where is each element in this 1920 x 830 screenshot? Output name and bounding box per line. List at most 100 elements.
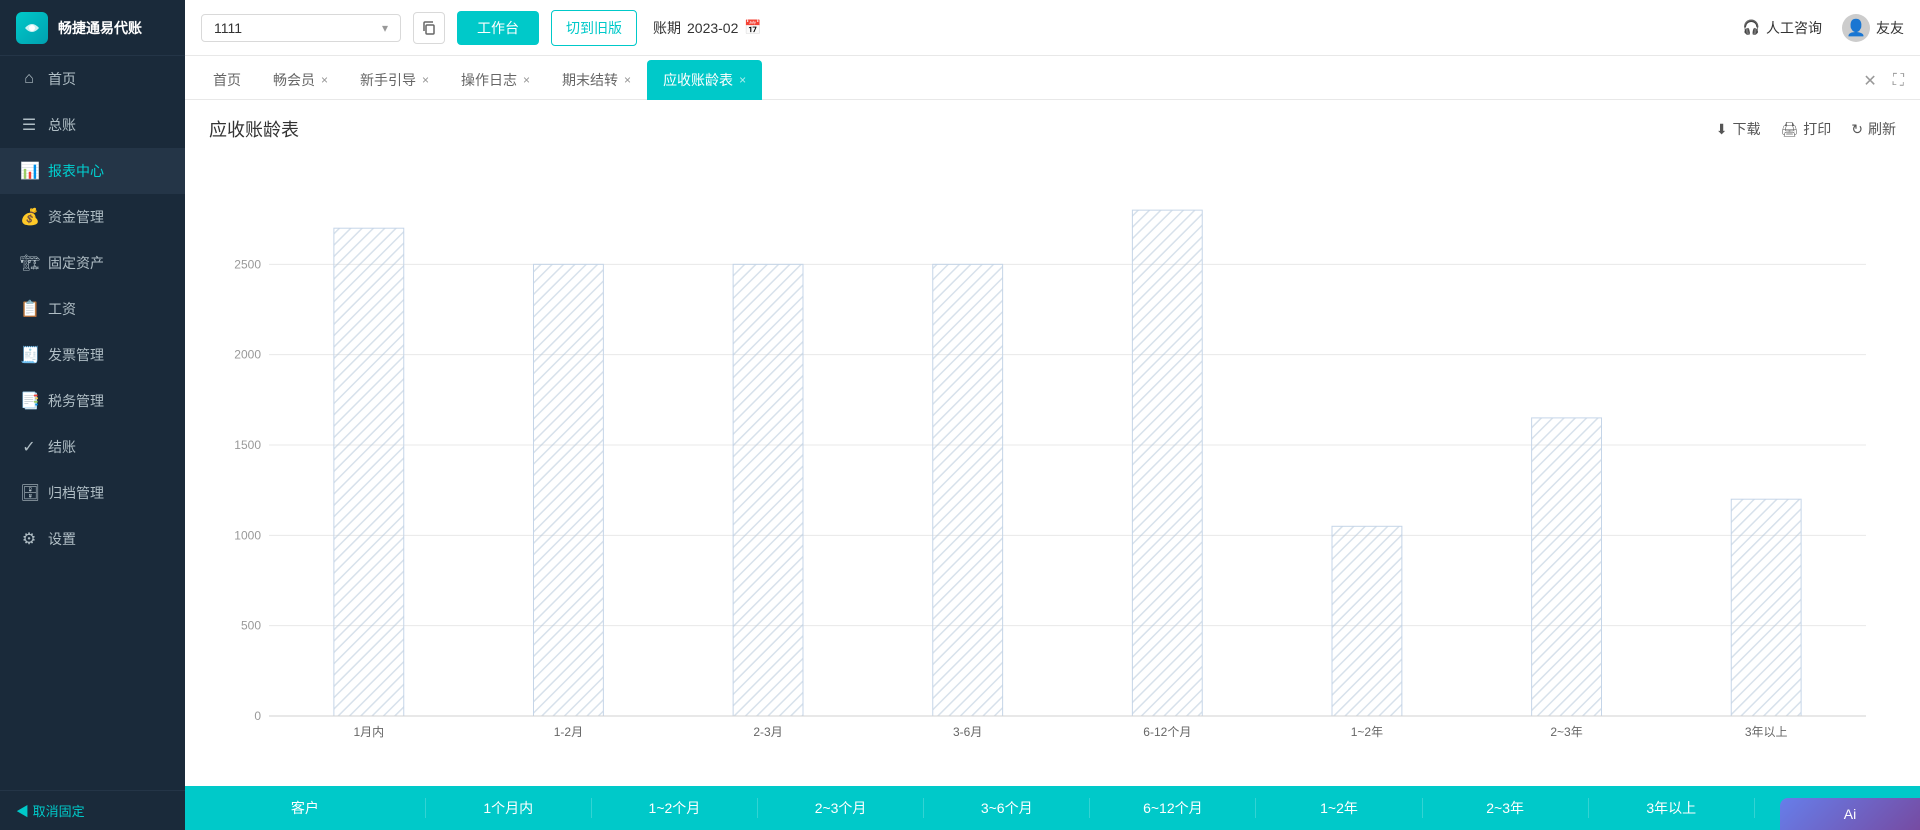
sidebar-item-tax[interactable]: 📑税务管理	[0, 378, 185, 424]
sidebar-icon-salary: 📋	[20, 299, 38, 319]
svg-text:2-3月: 2-3月	[753, 725, 782, 739]
table-header: 客户1个月内1~2个月2~3个月3~6个月6~12个月1~2年2~3年3年以上合…	[185, 786, 1920, 830]
sidebar-item-home[interactable]: ⌂ 首页	[0, 56, 185, 102]
calendar-icon[interactable]: 📅	[744, 19, 761, 36]
svg-text:3-6月: 3-6月	[953, 725, 982, 739]
consultant-button[interactable]: 🎧 人工咨询	[1743, 18, 1822, 38]
sidebar-icon-ledger: ☰	[20, 115, 38, 135]
sidebar-item-funds[interactable]: 💰 资金管理	[0, 194, 185, 240]
print-icon: 🖨	[1780, 121, 1798, 138]
sidebar-item-reports[interactable]: 📊 报表中心	[0, 148, 185, 194]
tab-log[interactable]: 操作日志 ×	[445, 60, 546, 100]
refresh-label: 刷新	[1868, 119, 1896, 139]
chart-container: 05001000150020002500 1月内1-2月2-3月3-6月6-12…	[185, 154, 1920, 786]
table-header-cell: 3~6个月	[924, 798, 1090, 818]
table-header-cell: 2~3年	[1423, 798, 1589, 818]
tab-close-member[interactable]: ×	[321, 74, 328, 86]
sidebar-icon-funds: 💰	[20, 207, 38, 227]
sidebar-label-reports: 报表中心	[48, 161, 104, 181]
tab-label-log: 操作日志	[461, 70, 517, 90]
ai-assistant-bar[interactable]: Ai	[1780, 798, 1920, 830]
sidebar-label-settings: 设置	[48, 529, 76, 549]
table-header-cell: 1~2个月	[592, 798, 758, 818]
sidebar-footer-label: ◀ 取消固定	[16, 801, 85, 820]
close-tab-button[interactable]: ✕	[1859, 69, 1880, 93]
svg-text:500: 500	[241, 619, 261, 633]
period-label: 账期	[653, 18, 681, 38]
page-header: 应收账龄表 ⬇ 下载 🖨 打印 ↻ 刷新	[185, 100, 1920, 154]
tabbar-actions: ✕ ⛶	[1859, 69, 1908, 99]
sidebar-icon-assets: 🏗	[20, 253, 38, 273]
sidebar-label-funds: 资金管理	[48, 207, 104, 227]
workbench-button[interactable]: 工作台	[457, 11, 539, 45]
ai-label: Ai	[1844, 806, 1856, 822]
avatar: 👤	[1842, 14, 1870, 42]
aging-chart: 05001000150020002500 1月内1-2月2-3月3-6月6-12…	[209, 154, 1896, 776]
period-value: 2023-02	[687, 20, 738, 36]
sidebar-item-ledger[interactable]: ☰ 总账	[0, 102, 185, 148]
sidebar-item-archive[interactable]: 🗄归档管理	[0, 470, 185, 516]
main-area: 1111 ▾ 工作台 切到旧版 账期 2023-02 📅 🎧 人工咨询 👤 友友	[185, 0, 1920, 830]
tab-label-member: 畅会员	[273, 70, 315, 90]
tab-home[interactable]: 首页	[197, 60, 257, 100]
page-title: 应收账龄表	[209, 116, 299, 142]
sidebar-icon-settle: ✓	[20, 437, 38, 457]
sidebar-logo: 畅捷通易代账	[0, 0, 185, 56]
refresh-icon: ↻	[1851, 121, 1863, 138]
tab-member[interactable]: 畅会员 ×	[257, 60, 344, 100]
table-header-cell: 客户	[185, 798, 426, 818]
sidebar-item-assets[interactable]: 🏗 固定资产	[0, 240, 185, 286]
topbar: 1111 ▾ 工作台 切到旧版 账期 2023-02 📅 🎧 人工咨询 👤 友友	[185, 0, 1920, 56]
print-label: 打印	[1803, 119, 1831, 139]
tab-close-guide[interactable]: ×	[422, 74, 429, 86]
period-display: 账期 2023-02 📅	[653, 18, 762, 38]
user-name: 友友	[1876, 18, 1904, 38]
sidebar-unpin-button[interactable]: ◀ 取消固定	[0, 790, 185, 830]
sidebar-label-ledger: 总账	[48, 115, 76, 135]
old-version-button[interactable]: 切到旧版	[551, 10, 637, 46]
sidebar-label-salary: 工资	[48, 299, 76, 319]
sidebar-item-salary[interactable]: 📋 工资	[0, 286, 185, 332]
user-menu[interactable]: 👤 友友	[1842, 14, 1904, 42]
sidebar-icon-tax: 📑	[20, 391, 38, 411]
sidebar-label-settle: 结账	[48, 437, 76, 457]
tab-close-log[interactable]: ×	[523, 74, 530, 86]
expand-tab-button[interactable]: ⛶	[1889, 70, 1908, 92]
company-selector[interactable]: 1111 ▾	[201, 14, 401, 42]
tab-aging[interactable]: 应收账龄表 ×	[647, 60, 762, 100]
svg-text:2000: 2000	[234, 348, 261, 362]
copy-button[interactable]	[413, 12, 445, 44]
table-header-cell: 2~3个月	[758, 798, 924, 818]
sidebar-icon-reports: 📊	[20, 161, 38, 181]
table-header-cell: 6~12个月	[1090, 798, 1256, 818]
tab-period_end[interactable]: 期末结转 ×	[546, 60, 647, 100]
sidebar-nav: ⌂ 首页 ☰ 总账 📊 报表中心 💰 资金管理 🏗 固定资产 📋 工资 🧾发票管理📑税务管理 ✓ 结账 🗄归档…	[0, 56, 185, 790]
svg-text:1-2月: 1-2月	[554, 725, 583, 739]
table-header-cell: 1~2年	[1256, 798, 1422, 818]
sidebar-icon-home: ⌂	[20, 70, 38, 88]
sidebar-icon-settings: ⚙	[20, 529, 38, 549]
sidebar-icon-archive: 🗄	[20, 483, 38, 503]
download-button[interactable]: ⬇ 下载	[1716, 119, 1761, 139]
download-icon: ⬇	[1716, 121, 1728, 138]
tab-label-home: 首页	[213, 70, 241, 90]
company-dropdown-icon: ▾	[382, 21, 388, 35]
tab-close-period_end[interactable]: ×	[624, 74, 631, 86]
refresh-button[interactable]: ↻ 刷新	[1851, 119, 1896, 139]
sidebar-icon-invoice: 🧾	[20, 345, 38, 365]
tab-guide[interactable]: 新手引导 ×	[344, 60, 445, 100]
sidebar-label-assets: 固定资产	[48, 253, 104, 273]
svg-text:1500: 1500	[234, 438, 261, 452]
table-header-cell: 3年以上	[1589, 798, 1755, 818]
sidebar-item-settings[interactable]: ⚙ 设置	[0, 516, 185, 562]
svg-text:0: 0	[254, 709, 261, 723]
tab-label-aging: 应收账龄表	[663, 70, 733, 90]
tab-close-aging[interactable]: ×	[739, 74, 746, 86]
sidebar-label-home: 首页	[48, 69, 76, 89]
sidebar-item-settle[interactable]: ✓ 结账	[0, 424, 185, 470]
tab-label-period_end: 期末结转	[562, 70, 618, 90]
sidebar-item-invoice[interactable]: 🧾发票管理	[0, 332, 185, 378]
svg-text:1000: 1000	[234, 528, 261, 542]
print-button[interactable]: 🖨 打印	[1780, 119, 1831, 139]
company-name: 1111	[214, 20, 374, 36]
